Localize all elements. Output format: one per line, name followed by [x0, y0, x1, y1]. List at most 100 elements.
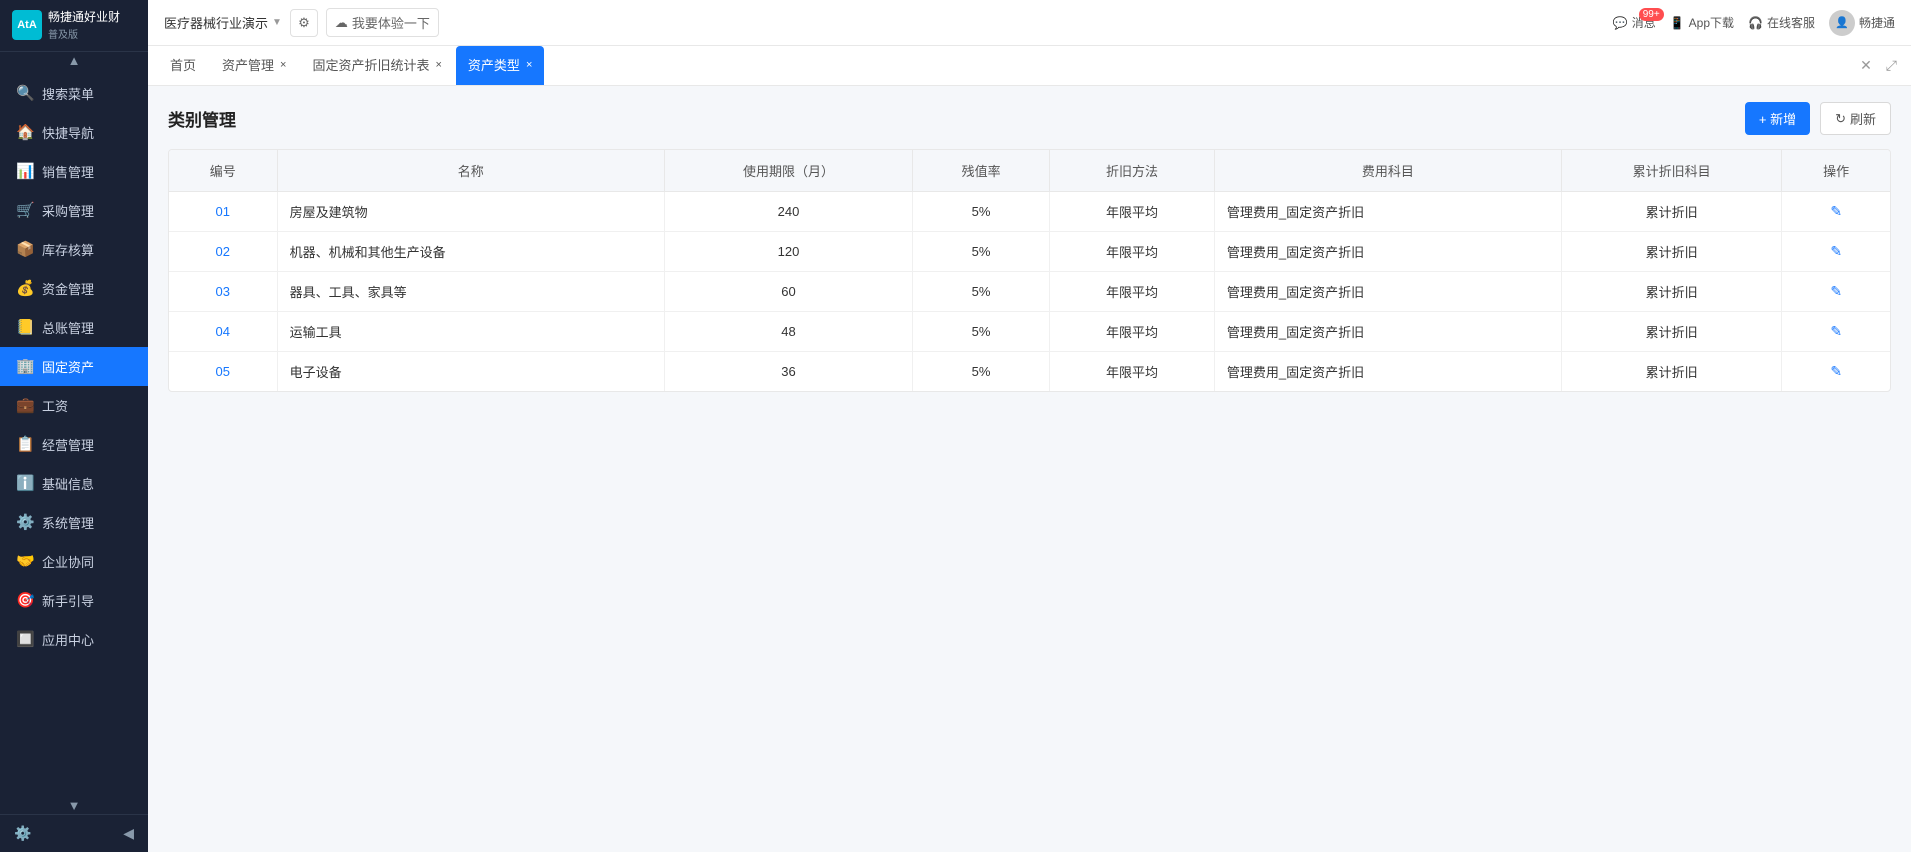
cell-expense-2: 管理费用_固定资产折旧: [1214, 272, 1561, 312]
cell-code-4: 05: [169, 352, 277, 392]
logo-text: 畅捷通好业财: [48, 10, 120, 26]
cell-expense-4: 管理费用_固定资产折旧: [1214, 352, 1561, 392]
cell-action-1[interactable]: ✎: [1782, 232, 1890, 272]
experience-button[interactable]: ☁ 我要体验一下: [326, 8, 439, 37]
sidebar-item-ledger[interactable]: 📒 总账管理: [0, 308, 148, 347]
tab-home[interactable]: 首页: [158, 46, 208, 85]
cell-code-0: 01: [169, 192, 277, 232]
cell-action-0[interactable]: ✎: [1782, 192, 1890, 232]
col-name: 名称: [277, 150, 664, 192]
col-accumulated: 累计折旧科目: [1561, 150, 1781, 192]
expand-window-icon[interactable]: ⤢: [1882, 55, 1901, 76]
cell-method-0: 年限平均: [1050, 192, 1215, 232]
sidebar-item-collab[interactable]: 🤝 企业协同: [0, 542, 148, 581]
sidebar-icon-quicknav: 🏠: [16, 123, 34, 141]
sidebar-item-quicknav[interactable]: 🏠 快捷导航: [0, 113, 148, 152]
sidebar-item-basic[interactable]: ℹ️ 基础信息: [0, 464, 148, 503]
sidebar-item-sales[interactable]: 📊 销售管理: [0, 152, 148, 191]
support-action[interactable]: 🎧 在线客服: [1748, 14, 1815, 31]
sidebar-label-inventory: 库存核算: [42, 240, 94, 259]
close-asset-mgmt-icon[interactable]: ×: [280, 59, 286, 71]
tab-asset-type[interactable]: 资产类型 ×: [456, 46, 544, 85]
user-action[interactable]: 👤 畅捷通: [1829, 10, 1895, 36]
sidebar-icon-basic: ℹ️: [16, 474, 34, 492]
page-title: 类别管理: [168, 106, 236, 131]
sidebar-item-ops[interactable]: 📋 经营管理: [0, 425, 148, 464]
edit-icon-4[interactable]: ✎: [1830, 363, 1842, 379]
refresh-button[interactable]: ↻ 刷新: [1820, 102, 1891, 135]
table-row: 03 器具、工具、家具等 60 5% 年限平均 管理费用_固定资产折旧 累计折旧…: [169, 272, 1890, 312]
avatar: 👤: [1829, 10, 1855, 36]
col-code: 编号: [169, 150, 277, 192]
cell-period-0: 240: [664, 192, 912, 232]
cloud-icon: ☁: [335, 15, 348, 31]
sidebar-item-fixed[interactable]: 🏢 固定资产: [0, 347, 148, 386]
sidebar-icon-search: 🔍: [16, 84, 34, 102]
app-download-action[interactable]: 📱 App下载: [1670, 14, 1734, 31]
cell-code-1: 02: [169, 232, 277, 272]
cell-name-4: 电子设备: [277, 352, 664, 392]
sidebar-label-fixed: 固定资产: [42, 357, 94, 376]
cell-accumulated-0: 累计折旧: [1561, 192, 1781, 232]
sidebar-item-search[interactable]: 🔍 搜索菜单: [0, 74, 148, 113]
close-window-icon[interactable]: ✕: [1856, 55, 1876, 76]
chevron-down-icon: ▼: [272, 17, 282, 28]
close-asset-type-icon[interactable]: ×: [526, 59, 532, 71]
tab-asset-mgmt[interactable]: 资产管理 ×: [210, 46, 298, 85]
sidebar-item-guide[interactable]: 🎯 新手引导: [0, 581, 148, 620]
collapse-icon[interactable]: ◀: [123, 825, 134, 842]
cell-accumulated-4: 累计折旧: [1561, 352, 1781, 392]
cell-name-0: 房屋及建筑物: [277, 192, 664, 232]
cell-action-4[interactable]: ✎: [1782, 352, 1890, 392]
message-action[interactable]: 💬 消息 99+: [1613, 14, 1656, 31]
table-row: 01 房屋及建筑物 240 5% 年限平均 管理费用_固定资产折旧 累计折旧 ✎: [169, 192, 1890, 232]
col-period: 使用期限（月）: [664, 150, 912, 192]
sidebar-icon-inventory: 📦: [16, 240, 34, 258]
phone-icon: 📱: [1670, 16, 1685, 30]
message-badge: 99+: [1639, 8, 1664, 21]
sidebar-item-purchase[interactable]: 🛒 采购管理: [0, 191, 148, 230]
sidebar-item-finance[interactable]: 💰 资金管理: [0, 269, 148, 308]
scroll-down-arrow[interactable]: ▼: [0, 796, 148, 814]
close-depreciation-icon[interactable]: ×: [435, 59, 441, 71]
cell-action-3[interactable]: ✎: [1782, 312, 1890, 352]
edit-icon-2[interactable]: ✎: [1830, 283, 1842, 299]
new-button[interactable]: + 新增: [1745, 102, 1810, 135]
cell-period-4: 36: [664, 352, 912, 392]
sidebar-nav: 🔍 搜索菜单 🏠 快捷导航 📊 销售管理 🛒 采购管理 📦 库存核算 💰 资金管…: [0, 70, 148, 796]
edit-icon-1[interactable]: ✎: [1830, 243, 1842, 259]
sidebar-item-payroll[interactable]: 💼 工资: [0, 386, 148, 425]
scroll-up-arrow[interactable]: ▲: [0, 52, 148, 70]
sidebar-icon-sales: 📊: [16, 162, 34, 180]
cell-action-2[interactable]: ✎: [1782, 272, 1890, 312]
sidebar-icon-purchase: 🛒: [16, 201, 34, 219]
sidebar-item-system[interactable]: ⚙️ 系统管理: [0, 503, 148, 542]
gear-button[interactable]: ⚙: [290, 9, 318, 37]
sidebar-label-search: 搜索菜单: [42, 84, 94, 103]
sidebar-label-guide: 新手引导: [42, 591, 94, 610]
edit-icon-3[interactable]: ✎: [1830, 323, 1842, 339]
sidebar-label-system: 系统管理: [42, 513, 94, 532]
sidebar-label-finance: 资金管理: [42, 279, 94, 298]
cell-accumulated-1: 累计折旧: [1561, 232, 1781, 272]
sidebar-label-quicknav: 快捷导航: [42, 123, 94, 142]
tab-depreciation[interactable]: 固定资产折旧统计表 ×: [300, 46, 453, 85]
sidebar-item-apps[interactable]: 🔲 应用中心: [0, 620, 148, 659]
cell-accumulated-2: 累计折旧: [1561, 272, 1781, 312]
headset-icon: 🎧: [1748, 16, 1763, 30]
sidebar-label-apps: 应用中心: [42, 630, 94, 649]
col-expense: 费用科目: [1214, 150, 1561, 192]
settings-icon[interactable]: ⚙️: [14, 825, 31, 842]
sidebar-icon-apps: 🔲: [16, 630, 34, 648]
logo-version: 普及版: [48, 26, 120, 41]
sidebar-icon-collab: 🤝: [16, 552, 34, 570]
industry-selector[interactable]: 医疗器械行业演示 ▼: [164, 13, 282, 32]
sidebar-label-collab: 企业协同: [42, 552, 94, 571]
table-row: 05 电子设备 36 5% 年限平均 管理费用_固定资产折旧 累计折旧 ✎: [169, 352, 1890, 392]
edit-icon-0[interactable]: ✎: [1830, 203, 1842, 219]
table-row: 04 运输工具 48 5% 年限平均 管理费用_固定资产折旧 累计折旧 ✎: [169, 312, 1890, 352]
sidebar-item-inventory[interactable]: 📦 库存核算: [0, 230, 148, 269]
main-area: 医疗器械行业演示 ▼ ⚙ ☁ 我要体验一下 💬 消息 99+ 📱 App下载 🎧…: [148, 0, 1911, 852]
sidebar: AtA 畅捷通好业财 普及版 ▲ 🔍 搜索菜单 🏠 快捷导航 📊 销售管理 🛒 …: [0, 0, 148, 852]
cell-code-2: 03: [169, 272, 277, 312]
